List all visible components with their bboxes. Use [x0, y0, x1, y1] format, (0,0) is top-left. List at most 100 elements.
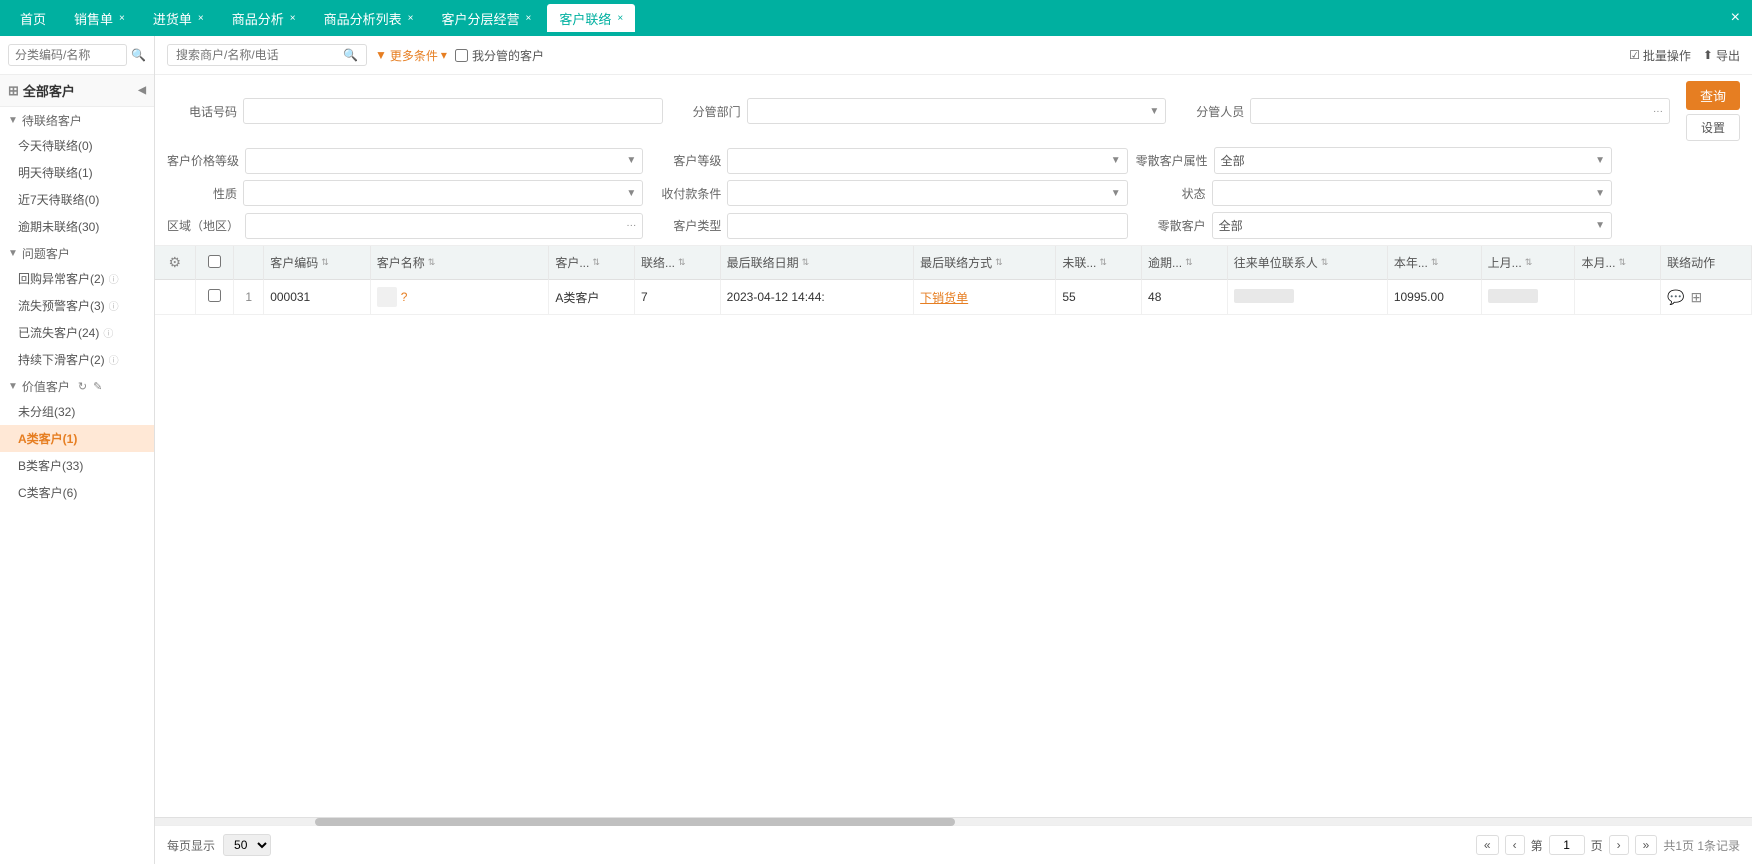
table-settings-icon[interactable]: ⚙ [168, 254, 181, 270]
sidebar-search-input[interactable] [8, 44, 127, 66]
tab-sales-close[interactable]: × [119, 13, 125, 24]
sidebar-item-overdue[interactable]: 逾期未联络(30) [0, 213, 154, 240]
persistent-info-icon[interactable]: ⓘ [109, 352, 119, 367]
row-checkbox-cell[interactable] [195, 280, 234, 315]
sidebar-item-unclassified[interactable]: 未分组(32) [0, 398, 154, 425]
sidebar-item-class-c[interactable]: C类客户(6) [0, 479, 154, 506]
sidebar-search-icon[interactable]: 🔍 [131, 48, 146, 62]
th-last-month-sort[interactable]: ⇅ [1525, 257, 1533, 268]
export-button[interactable]: ⬆ 导出 [1703, 47, 1740, 64]
sidebar-item-class-b[interactable]: B类客户(33) [0, 452, 154, 479]
value-refresh-icon[interactable]: ↻ [78, 380, 87, 393]
tab-customer-segment[interactable]: 客户分层经营 × [429, 4, 543, 32]
region-select[interactable]: ··· [245, 213, 643, 239]
phone-input[interactable] [243, 98, 663, 124]
th-this-month[interactable]: 本月... ⇅ [1575, 246, 1661, 280]
retail-customer-select[interactable]: 全部 ▼ [1212, 212, 1612, 239]
payment-select[interactable]: ▼ [727, 180, 1127, 206]
tab-purchase-close[interactable]: × [198, 13, 204, 24]
th-customer-type-sort[interactable]: ⇅ [592, 257, 600, 268]
lost-info-icon[interactable]: ⓘ [103, 325, 113, 340]
th-last-contact-date[interactable]: 最后联络日期 ⇅ [720, 246, 913, 280]
th-unit-contact[interactable]: 往来单位联系人 ⇅ [1227, 246, 1387, 280]
more-filters-button[interactable]: ▼ 更多条件 ▾ [375, 47, 447, 64]
value-customers-group[interactable]: ▼ 价值客户 ↻ ✎ [0, 373, 154, 398]
status-select[interactable]: ▼ [1212, 180, 1612, 206]
value-edit-icon[interactable]: ✎ [93, 380, 102, 393]
tab-customer-contact[interactable]: 客户联络 × [547, 4, 635, 32]
th-customer-type[interactable]: 客户... ⇅ [549, 246, 635, 280]
filter-search-input[interactable] [176, 48, 339, 62]
problem-customers-group[interactable]: ▼ 问题客户 [0, 240, 154, 265]
batch-ops-button[interactable]: ☑ 批量操作 [1629, 47, 1691, 64]
th-code-sort[interactable]: ⇅ [321, 257, 329, 268]
th-year-sort[interactable]: ⇅ [1431, 257, 1439, 268]
query-button[interactable]: 查询 [1686, 81, 1740, 110]
sidebar-item-tomorrow[interactable]: 明天待联络(1) [0, 159, 154, 186]
row-message-icon[interactable]: 💬 [1667, 289, 1684, 306]
th-contact-sort[interactable]: ⇅ [678, 257, 686, 268]
tab-product-analysis-close[interactable]: × [290, 13, 296, 24]
tab-customer-segment-close[interactable]: × [525, 13, 531, 24]
repurchase-info-icon[interactable]: ⓘ [109, 271, 119, 286]
manager-select[interactable]: ··· [1250, 98, 1670, 124]
retail-attr-select[interactable]: 全部 ▼ [1214, 147, 1612, 174]
mine-filter-checkbox[interactable] [455, 49, 468, 62]
th-checkbox[interactable] [195, 246, 234, 280]
prev-page-button[interactable]: ‹ [1505, 835, 1525, 855]
th-overdue[interactable]: 逾期... ⇅ [1142, 246, 1228, 280]
last-page-button[interactable]: » [1635, 835, 1658, 855]
th-code[interactable]: 客户编码 ⇅ [264, 246, 371, 280]
th-overdue-sort[interactable]: ⇅ [1185, 257, 1193, 268]
scrollbar-thumb[interactable] [315, 818, 955, 826]
setting-button[interactable]: 设置 [1686, 114, 1740, 141]
th-settings[interactable]: ⚙ [155, 246, 195, 280]
customer-name-label[interactable]: ? [401, 290, 408, 304]
customer-level-select[interactable]: ▼ [727, 148, 1127, 174]
row-qr-icon[interactable]: ⊞ [1691, 289, 1703, 306]
loss-info-icon[interactable]: ⓘ [109, 298, 119, 313]
row-name[interactable]: ? [370, 280, 549, 315]
row-checkbox[interactable] [208, 289, 221, 302]
th-contact[interactable]: 联络... ⇅ [634, 246, 720, 280]
th-not-contacted-sort[interactable]: ⇅ [1099, 257, 1107, 268]
page-size-select[interactable]: 50 [223, 834, 271, 856]
all-customers-header[interactable]: ⊞ 全部客户 ◀ [0, 75, 154, 107]
sidebar-item-lost[interactable]: 已流失客户(24) ⓘ [0, 319, 154, 346]
sidebar-item-repurchase-abnormal[interactable]: 回购异常客户(2) ⓘ [0, 265, 154, 292]
tab-home[interactable]: 首页 [8, 4, 58, 32]
tab-product-analysis-list-close[interactable]: × [408, 13, 414, 24]
th-name[interactable]: 客户名称 ⇅ [370, 246, 549, 280]
first-page-button[interactable]: « [1476, 835, 1499, 855]
horizontal-scrollbar[interactable] [155, 817, 1752, 825]
customer-type-input[interactable] [727, 213, 1127, 239]
pending-contact-group[interactable]: ▼ 待联络客户 [0, 107, 154, 132]
th-this-month-sort[interactable]: ⇅ [1618, 257, 1626, 268]
page-number-input[interactable] [1549, 835, 1585, 855]
window-close-button[interactable]: × [1727, 5, 1744, 31]
sidebar-item-today[interactable]: 今天待联络(0) [0, 132, 154, 159]
dept-select[interactable]: ▼ [747, 98, 1167, 124]
th-last-month[interactable]: 上月... ⇅ [1481, 246, 1575, 280]
sidebar-item-class-a[interactable]: A类客户(1) [0, 425, 154, 452]
row-last-contact-method[interactable]: 下销货单 [914, 280, 1056, 315]
tab-sales[interactable]: 销售单 × [62, 4, 137, 32]
th-last-date-sort[interactable]: ⇅ [802, 257, 810, 268]
filter-search-icon[interactable]: 🔍 [343, 48, 358, 62]
th-method-sort[interactable]: ⇅ [995, 257, 1003, 268]
tab-customer-contact-close[interactable]: × [617, 13, 623, 24]
th-not-contacted[interactable]: 未联... ⇅ [1056, 246, 1142, 280]
price-level-select[interactable]: ▼ [245, 148, 643, 174]
collapse-icon[interactable]: ◀ [138, 85, 146, 96]
th-unit-sort[interactable]: ⇅ [1321, 257, 1329, 268]
nature-select[interactable]: ▼ [243, 180, 643, 206]
tab-purchase[interactable]: 进货单 × [141, 4, 216, 32]
th-last-contact-method[interactable]: 最后联络方式 ⇅ [914, 246, 1056, 280]
tab-product-analysis-list[interactable]: 商品分析列表 × [312, 4, 426, 32]
sidebar-item-7days[interactable]: 近7天待联络(0) [0, 186, 154, 213]
th-this-year[interactable]: 本年... ⇅ [1387, 246, 1481, 280]
tab-product-analysis[interactable]: 商品分析 × [220, 4, 308, 32]
next-page-button[interactable]: › [1609, 835, 1629, 855]
select-all-checkbox[interactable] [208, 255, 221, 268]
sidebar-item-persistent-decline[interactable]: 持续下滑客户(2) ⓘ [0, 346, 154, 373]
